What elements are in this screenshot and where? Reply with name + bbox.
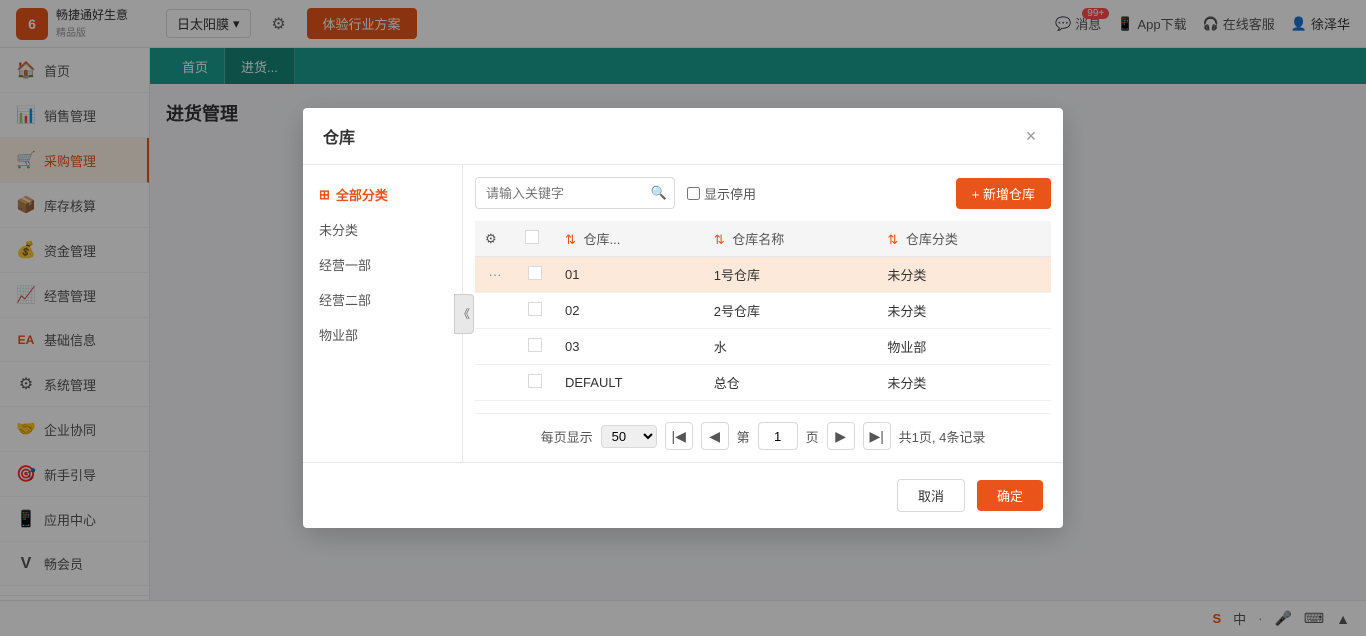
page-number-input[interactable] — [758, 422, 798, 450]
table-area: 🔍 显示停用 + 新增仓库 ⚙ — [463, 165, 1063, 462]
pagination: 每页显示 50 100 |◀ ◀ 第 页 ▶ ▶| 共1页, 4条记录 — [475, 413, 1051, 450]
cat-collapse-btn[interactable]: 《 — [454, 294, 474, 334]
page-prev-btn[interactable]: ◀ — [701, 422, 729, 450]
row-actions-1 — [475, 293, 515, 329]
page-next-btn[interactable]: ▶ — [827, 422, 855, 450]
table-row[interactable]: 03 水 物业部 — [475, 329, 1051, 365]
th-category: ⇅ 仓库分类 — [877, 221, 1051, 257]
modal-body: ⊞ 全部分类 未分类 经营一部 经营二部 物业部 《 🔍 — [303, 165, 1063, 462]
row-name-1: 2号仓库 — [704, 293, 878, 329]
table-header-row: ⚙ ⇅ 仓库... ⇅ 仓库名称 — [475, 221, 1051, 257]
row-name-3: 总仓 — [704, 365, 878, 401]
table-row[interactable]: DEFAULT 总仓 未分类 — [475, 365, 1051, 401]
modal-overlay: 仓库 × ⊞ 全部分类 未分类 经营一部 经营二部 物业部 《 — [0, 0, 1366, 636]
th-settings: ⚙ — [475, 221, 515, 257]
sort-category-icon: ⇅ — [887, 232, 898, 247]
warehouse-modal: 仓库 × ⊞ 全部分类 未分类 经营一部 经营二部 物业部 《 — [303, 108, 1063, 528]
row-num-2: 03 — [555, 329, 704, 365]
modal-footer: 取消 确定 — [303, 462, 1063, 528]
page-last-btn[interactable]: ▶| — [863, 422, 891, 450]
row-check-1 — [515, 293, 555, 329]
category-item-property[interactable]: 物业部 — [303, 317, 462, 352]
modal-title: 仓库 — [323, 124, 355, 148]
page-end-text: 页 — [806, 427, 819, 446]
category-item-unclassified[interactable]: 未分类 — [303, 212, 462, 247]
total-info: 共1页, 4条记录 — [899, 427, 986, 446]
select-all-checkbox[interactable] — [525, 230, 539, 244]
row-actions-2 — [475, 329, 515, 365]
show-disabled-toggle[interactable]: 显示停用 — [687, 184, 756, 203]
table-body: ··· 01 1号仓库 未分类 02 2号仓库 未分类 — [475, 257, 1051, 401]
row-check-0 — [515, 257, 555, 293]
modal-close-btn[interactable]: × — [1019, 124, 1043, 148]
row-check-2 — [515, 329, 555, 365]
category-item-ops1[interactable]: 经营一部 — [303, 247, 462, 282]
search-icon[interactable]: 🔍 — [651, 185, 667, 201]
per-page-label: 每页显示 — [541, 427, 593, 446]
cancel-btn[interactable]: 取消 — [897, 479, 965, 512]
show-disabled-label: 显示停用 — [704, 184, 756, 203]
row-category-3: 未分类 — [877, 365, 1051, 401]
row-name-2: 水 — [704, 329, 878, 365]
sort-name-icon: ⇅ — [714, 232, 725, 247]
row-name-0: 1号仓库 — [704, 257, 878, 293]
page-first-btn[interactable]: |◀ — [665, 422, 693, 450]
search-wrap: 🔍 — [475, 177, 675, 209]
row-actions-0: ··· — [475, 257, 515, 293]
row-check-3 — [515, 365, 555, 401]
show-disabled-checkbox[interactable] — [687, 187, 700, 200]
category-sidebar: ⊞ 全部分类 未分类 经营一部 经营二部 物业部 《 — [303, 165, 463, 462]
warehouse-table: ⚙ ⇅ 仓库... ⇅ 仓库名称 — [475, 221, 1051, 401]
table-row[interactable]: ··· 01 1号仓库 未分类 — [475, 257, 1051, 293]
row-category-2: 物业部 — [877, 329, 1051, 365]
th-name: ⇅ 仓库名称 — [704, 221, 878, 257]
th-code: ⇅ 仓库... — [555, 221, 704, 257]
table-toolbar: 🔍 显示停用 + 新增仓库 — [475, 177, 1051, 209]
category-all[interactable]: ⊞ 全部分类 — [303, 177, 462, 212]
row-num-1: 02 — [555, 293, 704, 329]
th-checkbox — [515, 221, 555, 257]
row-checkbox-1[interactable] — [528, 302, 542, 316]
all-category-label: 全部分类 — [336, 185, 388, 204]
row-more-icon[interactable]: ··· — [489, 267, 502, 282]
page-text: 第 — [737, 427, 750, 446]
category-item-ops2[interactable]: 经营二部 — [303, 282, 462, 317]
row-num-3: DEFAULT — [555, 365, 704, 401]
row-num-0: 01 — [555, 257, 704, 293]
sort-code-icon: ⇅ — [565, 232, 576, 247]
confirm-btn[interactable]: 确定 — [977, 480, 1043, 511]
modal-header: 仓库 × — [303, 108, 1063, 165]
row-checkbox-0[interactable] — [528, 266, 542, 280]
table-row[interactable]: 02 2号仓库 未分类 — [475, 293, 1051, 329]
add-warehouse-btn[interactable]: + 新增仓库 — [956, 178, 1051, 209]
grid-icon: ⊞ — [319, 187, 330, 203]
row-category-0: 未分类 — [877, 257, 1051, 293]
table-head: ⚙ ⇅ 仓库... ⇅ 仓库名称 — [475, 221, 1051, 257]
row-category-1: 未分类 — [877, 293, 1051, 329]
search-input[interactable] — [475, 177, 675, 209]
row-checkbox-3[interactable] — [528, 374, 542, 388]
per-page-select[interactable]: 50 100 — [601, 425, 657, 448]
row-checkbox-2[interactable] — [528, 338, 542, 352]
row-actions-3 — [475, 365, 515, 401]
